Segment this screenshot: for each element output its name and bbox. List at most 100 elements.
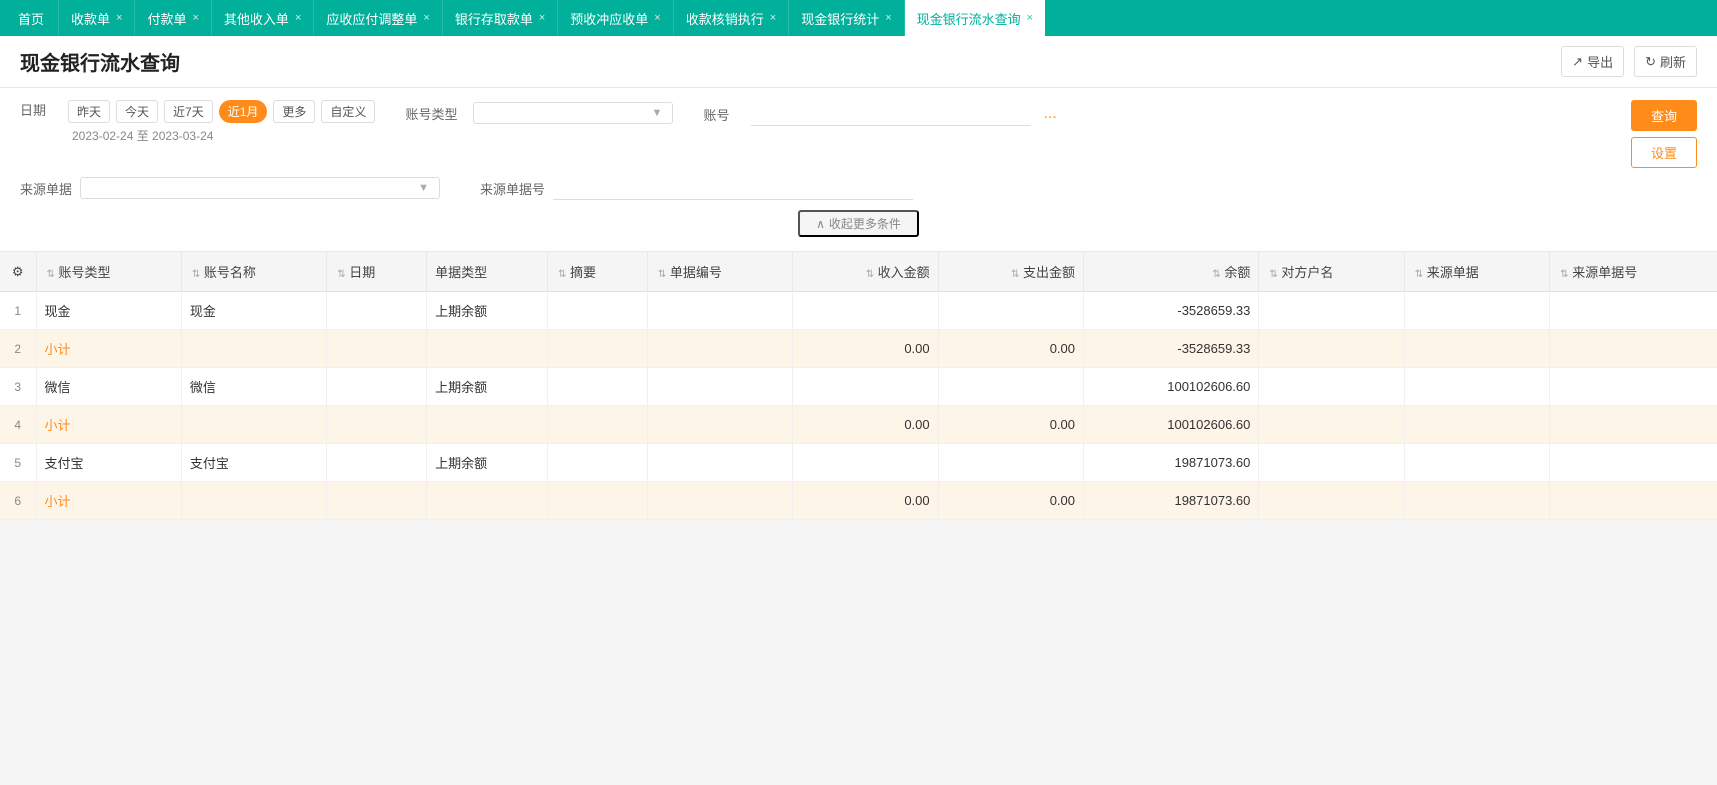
row-source-doc bbox=[1404, 444, 1549, 482]
close-receipt-icon[interactable]: × bbox=[116, 12, 122, 24]
row-expense bbox=[938, 444, 1083, 482]
nav-collection-exec[interactable]: 收款核销执行 × bbox=[674, 0, 789, 36]
col-source-doc-no-label: 来源单据号 bbox=[1572, 265, 1637, 280]
sort-icon-summary: ⇅ bbox=[558, 269, 566, 280]
source-doc-no-label: 来源单据号 bbox=[480, 179, 545, 198]
col-account-name-label: 账号名称 bbox=[204, 265, 256, 280]
collapse-button[interactable]: ∧ 收起更多条件 bbox=[798, 210, 919, 237]
col-balance[interactable]: ⇅ 余额 bbox=[1084, 252, 1259, 292]
row-expense bbox=[938, 292, 1083, 330]
row-doc-type bbox=[427, 330, 548, 368]
top-nav: 首页 收款单 × 付款单 × 其他收入单 × 应收应付调整单 × 银行存取款单 … bbox=[0, 0, 1717, 36]
row-doc-no bbox=[647, 330, 792, 368]
export-button[interactable]: ↗ 导出 bbox=[1561, 46, 1624, 77]
nav-payment[interactable]: 付款单 × bbox=[135, 0, 211, 36]
date-recent1m-btn[interactable]: 近1月 bbox=[219, 100, 268, 123]
date-custom-btn[interactable]: 自定义 bbox=[321, 100, 375, 123]
col-income[interactable]: ⇅ 收入金额 bbox=[793, 252, 938, 292]
col-date-label: 日期 bbox=[349, 265, 375, 280]
close-collection-exec-icon[interactable]: × bbox=[770, 12, 776, 24]
nav-cash-bank-stat[interactable]: 现金银行统计 × bbox=[789, 0, 904, 36]
col-date[interactable]: ⇅ 日期 bbox=[327, 252, 427, 292]
source-doc-chevron-icon: ▼ bbox=[418, 182, 429, 194]
nav-receipt-label: 收款单 bbox=[71, 9, 110, 28]
row-num: 1 bbox=[0, 292, 36, 330]
source-doc-select[interactable]: ▼ bbox=[80, 177, 440, 199]
close-ar-ap-icon[interactable]: × bbox=[423, 12, 429, 24]
date-more-btn[interactable]: 更多 bbox=[273, 100, 315, 123]
account-dots-button[interactable]: ... bbox=[1043, 105, 1056, 123]
nav-cash-bank-stat-label: 现金银行统计 bbox=[801, 9, 879, 28]
table-row: 6小计0.000.0019871073.60 bbox=[0, 482, 1717, 520]
row-expense: 0.00 bbox=[938, 330, 1083, 368]
col-summary-label: 摘要 bbox=[570, 265, 596, 280]
account-input[interactable] bbox=[751, 102, 1031, 126]
close-advance-offset-icon[interactable]: × bbox=[654, 12, 660, 24]
col-doc-no[interactable]: ⇅ 单据编号 bbox=[647, 252, 792, 292]
close-payment-icon[interactable]: × bbox=[192, 12, 198, 24]
row-source-doc-no bbox=[1550, 292, 1717, 330]
row-doc-type bbox=[427, 482, 548, 520]
account-type-select[interactable]: ▼ bbox=[473, 102, 673, 124]
row-doc-type: 上期余额 bbox=[427, 444, 548, 482]
row-counterparty bbox=[1259, 444, 1404, 482]
date-yesterday-btn[interactable]: 昨天 bbox=[68, 100, 110, 123]
col-gear[interactable]: ⚙ bbox=[0, 252, 36, 292]
row-expense: 0.00 bbox=[938, 482, 1083, 520]
page-header: 现金银行流水查询 ↗ 导出 ↻ 刷新 bbox=[0, 36, 1717, 88]
table-row: 1现金现金上期余额-3528659.33 bbox=[0, 292, 1717, 330]
source-doc-label: 来源单据 bbox=[20, 179, 72, 198]
col-account-name[interactable]: ⇅ 账号名称 bbox=[181, 252, 326, 292]
row-income: 0.00 bbox=[793, 330, 938, 368]
refresh-button[interactable]: ↻ 刷新 bbox=[1634, 46, 1697, 77]
row-doc-no bbox=[647, 482, 792, 520]
row-source-doc bbox=[1404, 482, 1549, 520]
row-balance: 19871073.60 bbox=[1084, 482, 1259, 520]
table-row: 4小计0.000.00100102606.60 bbox=[0, 406, 1717, 444]
col-income-label: 收入金额 bbox=[878, 265, 930, 280]
nav-other-income[interactable]: 其他收入单 × bbox=[212, 0, 314, 36]
close-cash-bank-flow-icon[interactable]: × bbox=[1027, 12, 1033, 24]
setting-button[interactable]: 设置 bbox=[1631, 137, 1697, 168]
row-summary bbox=[547, 368, 647, 406]
nav-advance-offset[interactable]: 预收冲应收单 × bbox=[558, 0, 673, 36]
page-title: 现金银行流水查询 bbox=[20, 47, 180, 76]
col-doc-type[interactable]: 单据类型 bbox=[427, 252, 548, 292]
row-counterparty bbox=[1259, 482, 1404, 520]
date-today-btn[interactable]: 今天 bbox=[116, 100, 158, 123]
source-doc-no-input[interactable] bbox=[553, 176, 913, 200]
col-source-doc-no[interactable]: ⇅ 来源单据号 bbox=[1550, 252, 1717, 292]
close-cash-bank-stat-icon[interactable]: × bbox=[885, 12, 891, 24]
close-other-income-icon[interactable]: × bbox=[295, 12, 301, 24]
nav-ar-ap[interactable]: 应收应付调整单 × bbox=[314, 0, 442, 36]
source-filter-row: 来源单据 ▼ 来源单据号 bbox=[20, 176, 1697, 200]
row-account-type: 小计 bbox=[36, 406, 181, 444]
row-counterparty bbox=[1259, 368, 1404, 406]
date-recent7-btn[interactable]: 近7天 bbox=[164, 100, 213, 123]
row-doc-no bbox=[647, 292, 792, 330]
row-date bbox=[327, 368, 427, 406]
col-account-type[interactable]: ⇅ 账号类型 bbox=[36, 252, 181, 292]
nav-cash-bank-flow[interactable]: 现金银行流水查询 × bbox=[905, 0, 1045, 36]
nav-home[interactable]: 首页 bbox=[4, 0, 59, 36]
row-account-type: 小计 bbox=[36, 482, 181, 520]
table-header-row: ⚙ ⇅ 账号类型 ⇅ 账号名称 ⇅ 日期 单据类型 ⇅ 摘 bbox=[0, 252, 1717, 292]
close-bank-deposit-icon[interactable]: × bbox=[539, 12, 545, 24]
refresh-label: 刷新 bbox=[1660, 52, 1686, 71]
sort-icon-counterparty: ⇅ bbox=[1269, 269, 1277, 280]
query-button[interactable]: 查询 bbox=[1631, 100, 1697, 131]
account-type-filter-label: 账号类型 bbox=[405, 104, 465, 123]
col-expense[interactable]: ⇅ 支出金额 bbox=[938, 252, 1083, 292]
col-doc-no-label: 单据编号 bbox=[670, 265, 722, 280]
collapse-up-icon: ∧ bbox=[816, 217, 825, 231]
row-source-doc bbox=[1404, 292, 1549, 330]
row-income bbox=[793, 444, 938, 482]
col-counterparty[interactable]: ⇅ 对方户名 bbox=[1259, 252, 1404, 292]
col-summary[interactable]: ⇅ 摘要 bbox=[547, 252, 647, 292]
nav-bank-deposit[interactable]: 银行存取款单 × bbox=[443, 0, 558, 36]
col-source-doc[interactable]: ⇅ 来源单据 bbox=[1404, 252, 1549, 292]
table-row: 3微信微信上期余额100102606.60 bbox=[0, 368, 1717, 406]
source-doc-group: 来源单据 ▼ bbox=[20, 177, 440, 199]
nav-receipt[interactable]: 收款单 × bbox=[59, 0, 135, 36]
row-doc-no bbox=[647, 406, 792, 444]
